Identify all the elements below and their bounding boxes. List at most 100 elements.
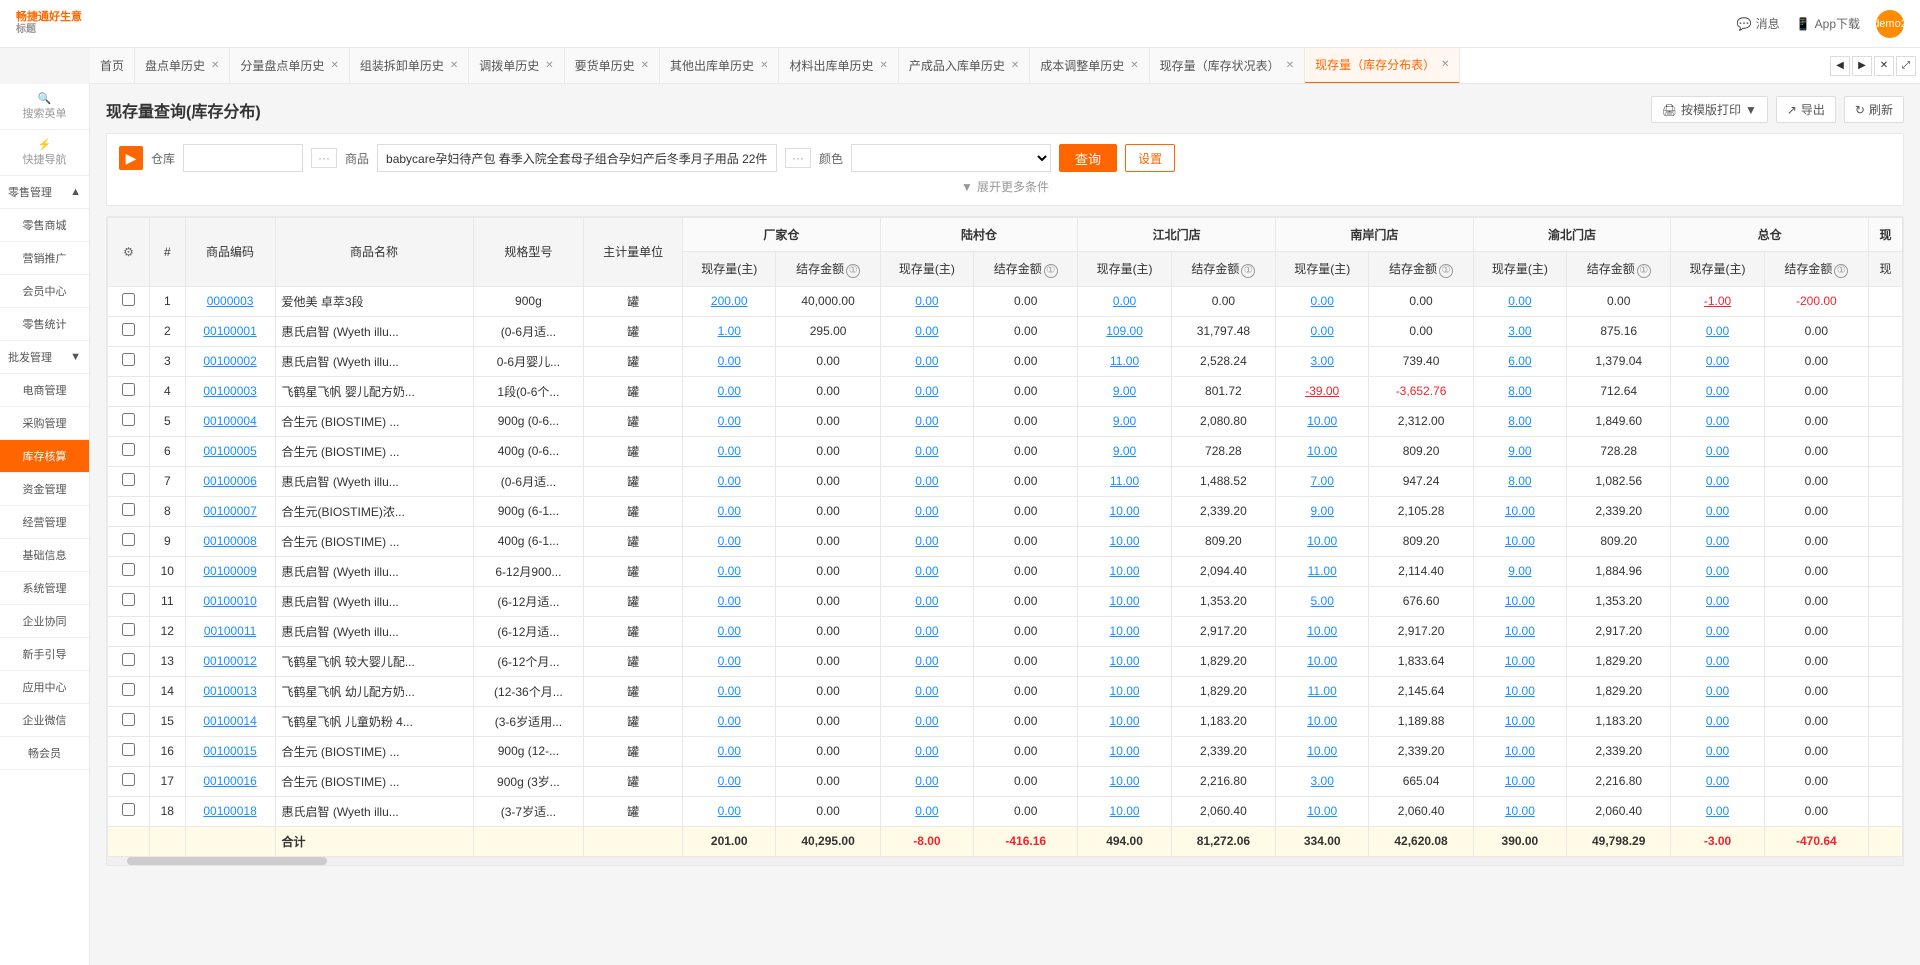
settings-btn[interactable]: 设置 <box>1125 144 1175 172</box>
filter-expand-arrow[interactable]: ▶ <box>119 146 143 170</box>
th-unit: 主计量单位 <box>584 218 683 287</box>
tab-3-close[interactable]: ✕ <box>450 60 458 71</box>
tab-close-all-btn[interactable]: ✕ <box>1874 56 1894 76</box>
warehouse-input[interactable] <box>183 144 303 172</box>
tab-5[interactable]: 要货单历史 ✕ <box>565 48 660 84</box>
cell-checkbox[interactable] <box>108 376 150 406</box>
tab-next-btn[interactable]: ▶ <box>1852 56 1872 76</box>
tab-3[interactable]: 组装拆卸单历史 ✕ <box>350 48 469 84</box>
info-icon-1[interactable]: ① <box>846 264 860 278</box>
sidebar-item-qiye[interactable]: 企业协同 <box>0 605 89 638</box>
info-icon-3[interactable]: ① <box>1241 264 1255 278</box>
cell-checkbox[interactable] <box>108 796 150 826</box>
cell-lucunJin: 0.00 <box>974 286 1078 316</box>
tab-1[interactable]: 盘点单历史 ✕ <box>135 48 230 84</box>
cell-lucunJin: 0.00 <box>974 616 1078 646</box>
sidebar-item-yingyong[interactable]: 应用中心 <box>0 671 89 704</box>
export-btn[interactable]: ↗ 导出 <box>1776 96 1836 123</box>
user-area[interactable]: demo2 <box>1876 10 1904 38</box>
sidebar-item-jingying[interactable]: 经营管理 <box>0 506 89 539</box>
tab-1-close[interactable]: ✕ <box>211 60 219 71</box>
sidebar-item-yingxiao[interactable]: 营销推广 <box>0 242 89 275</box>
tab-home[interactable]: 首页 <box>90 48 135 84</box>
sidebar-search[interactable]: 🔍 搜索英单 <box>0 84 89 130</box>
sidebar-item-jichuxinxi[interactable]: 基础信息 <box>0 539 89 572</box>
sidebar-item-xitong[interactable]: 系统管理 <box>0 572 89 605</box>
cell-spec: (6-12个月... <box>473 646 584 676</box>
cell-checkbox[interactable] <box>108 286 150 316</box>
tab-expand-btn[interactable]: ⤢ <box>1896 56 1916 76</box>
sidebar-item-zijin[interactable]: 资金管理 <box>0 473 89 506</box>
cell-checkbox[interactable] <box>108 406 150 436</box>
cell-name: 合生元 (BIOSTIME) ... <box>275 526 473 556</box>
tab-4[interactable]: 调拨单历史 ✕ <box>469 48 564 84</box>
cell-checkbox[interactable] <box>108 526 150 556</box>
warehouse-ellipsis-btn[interactable]: ··· <box>311 148 337 168</box>
sidebar-item-pifa[interactable]: 批发管理 ▼ <box>0 341 89 374</box>
message-btn[interactable]: 💬 消息 <box>1737 15 1780 32</box>
tab-5-close[interactable]: ✕ <box>641 60 649 71</box>
print-btn[interactable]: 🖨 按模版打印 ▼ <box>1651 96 1768 123</box>
tab-9-close[interactable]: ✕ <box>1130 60 1138 71</box>
tab-8-close[interactable]: ✕ <box>1011 60 1019 71</box>
tab-11[interactable]: 现存量（库存分布表） ✕ <box>1305 48 1460 84</box>
tab-10[interactable]: 现存量（库存状况表） ✕ <box>1150 48 1305 84</box>
tab-6[interactable]: 其他出库单历史 ✕ <box>660 48 779 84</box>
cell-checkbox[interactable] <box>108 316 150 346</box>
sidebar-item-changhui[interactable]: 畅会员 <box>0 737 89 770</box>
cell-yubeiJin: 728.28 <box>1567 436 1671 466</box>
product-ellipsis-btn[interactable]: ··· <box>785 148 811 168</box>
sidebar: 🔍 搜索英单 ⚡ 快捷导航 零售管理 ▲ 零售商城 营销推广 会员中心 零售统计… <box>0 84 90 965</box>
sidebar-item-caigou[interactable]: 采购管理 <box>0 407 89 440</box>
filter-expand-row[interactable]: ▼ 展开更多条件 <box>119 178 1891 195</box>
query-btn[interactable]: 查询 <box>1059 144 1117 172</box>
cell-checkbox[interactable] <box>108 646 150 676</box>
sidebar-item-shangcheng[interactable]: 零售商城 <box>0 209 89 242</box>
tab-2[interactable]: 分量盘点单历史 ✕ <box>230 48 349 84</box>
tab-4-close[interactable]: ✕ <box>545 60 553 71</box>
download-btn[interactable]: 📱 App下载 <box>1796 15 1860 32</box>
info-icon-6[interactable]: ① <box>1834 264 1848 278</box>
cell-lucunJin: 0.00 <box>974 676 1078 706</box>
cell-checkbox[interactable] <box>108 616 150 646</box>
cell-checkbox[interactable] <box>108 676 150 706</box>
tab-7[interactable]: 材料出库单历史 ✕ <box>779 48 898 84</box>
sidebar-item-kucun[interactable]: 库存核算 <box>0 440 89 473</box>
sidebar-item-lingshoi[interactable]: 零售管理 ▲ <box>0 176 89 209</box>
horizontal-scrollbar[interactable] <box>107 857 1903 865</box>
cell-checkbox[interactable] <box>108 466 150 496</box>
tab-2-close[interactable]: ✕ <box>330 60 338 71</box>
tab-8[interactable]: 产成品入库单历史 ✕ <box>899 48 1030 84</box>
sidebar-item-weixin[interactable]: 企业微信 <box>0 704 89 737</box>
info-icon-2[interactable]: ① <box>1044 264 1058 278</box>
tab-6-close[interactable]: ✕ <box>760 60 768 71</box>
tab-9[interactable]: 成本调整单历史 ✕ <box>1030 48 1149 84</box>
info-icon-4[interactable]: ① <box>1439 264 1453 278</box>
tab-10-close[interactable]: ✕ <box>1286 60 1294 71</box>
sidebar-item-huiyuan[interactable]: 会员中心 <box>0 275 89 308</box>
refresh-btn[interactable]: ↻ 刷新 <box>1844 96 1904 123</box>
cell-checkbox[interactable] <box>108 766 150 796</box>
color-select[interactable] <box>851 144 1051 172</box>
cell-checkbox[interactable] <box>108 586 150 616</box>
cell-zongcangCun: 0.00 <box>1671 616 1764 646</box>
cell-unit: 罐 <box>584 616 683 646</box>
sidebar-item-xinshou[interactable]: 新手引导 <box>0 638 89 671</box>
scrollbar-thumb[interactable] <box>127 857 327 865</box>
sidebar-nav[interactable]: ⚡ 快捷导航 <box>0 130 89 176</box>
cell-checkbox[interactable] <box>108 496 150 526</box>
cell-checkbox[interactable] <box>108 556 150 586</box>
tab-prev-btn[interactable]: ◀ <box>1830 56 1850 76</box>
sidebar-item-dianshang[interactable]: 电商管理 <box>0 374 89 407</box>
tab-11-close[interactable]: ✕ <box>1441 59 1449 70</box>
sidebar-item-tongji[interactable]: 零售统计 <box>0 308 89 341</box>
cell-checkbox[interactable] <box>108 436 150 466</box>
product-input[interactable] <box>377 144 777 172</box>
info-icon-5[interactable]: ① <box>1637 264 1651 278</box>
th-settings[interactable]: ⚙ <box>108 218 150 287</box>
tab-1-label: 盘点单历史 <box>145 57 205 74</box>
cell-checkbox[interactable] <box>108 706 150 736</box>
tab-7-close[interactable]: ✕ <box>879 60 887 71</box>
cell-checkbox[interactable] <box>108 736 150 766</box>
cell-checkbox[interactable] <box>108 346 150 376</box>
